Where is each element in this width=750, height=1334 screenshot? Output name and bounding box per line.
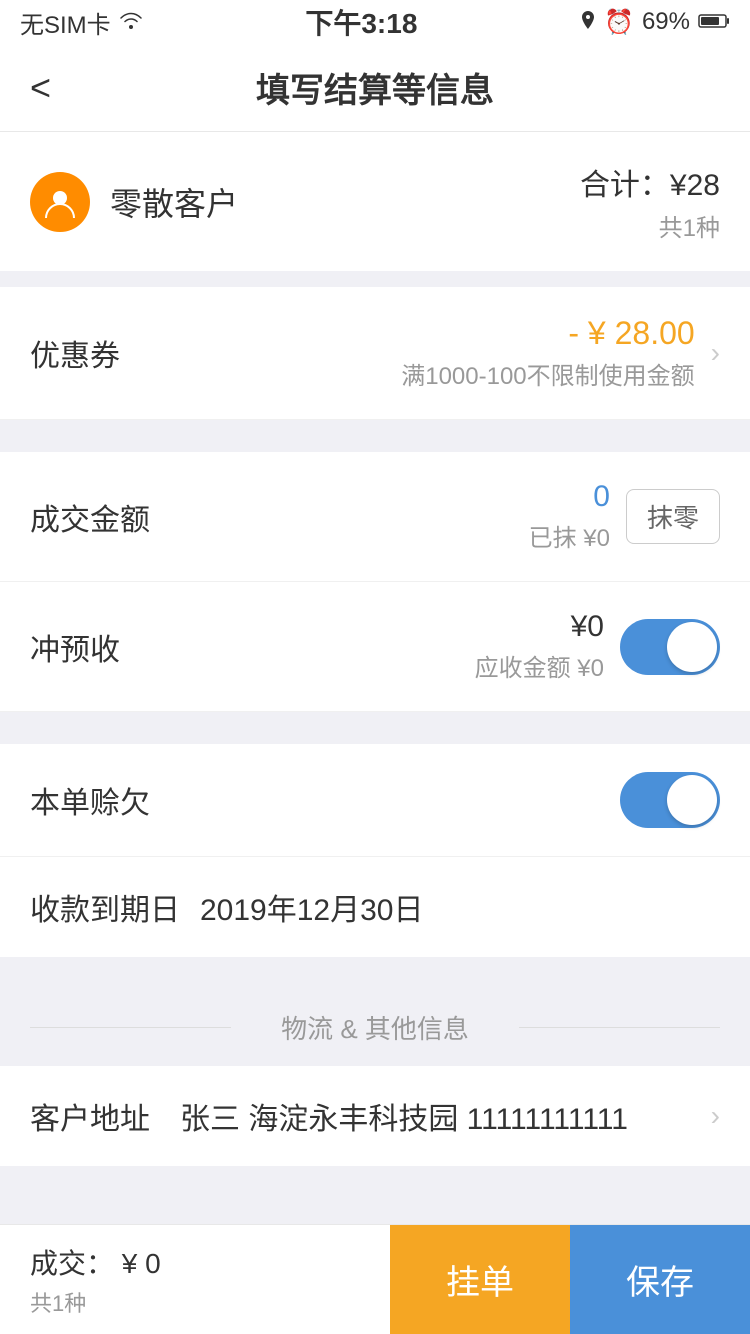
deal-amount-label: 成交金额 <box>30 495 150 539</box>
bottom-count: 共1种 <box>30 1286 360 1318</box>
status-right: ⏰ 69% <box>580 8 730 37</box>
prepayment-right: ¥0 应收金额 ¥0 <box>475 610 720 683</box>
coupon-section: 优惠券 - ¥ 28.00 满1000-100不限制使用金额 › <box>0 287 750 420</box>
credit-section: 本单赊欠 收款到期日 2019年12月30日 <box>0 744 750 957</box>
bottom-info: 成交： ¥ 0 共1种 <box>0 1242 390 1318</box>
due-date-row: 收款到期日 2019年12月30日 <box>0 856 750 957</box>
due-date-value: 2019年12月30日 <box>200 885 423 929</box>
prepayment-value: ¥0 <box>475 610 604 644</box>
prepayment-label: 冲预收 <box>30 625 120 669</box>
battery-level: 69% <box>642 8 690 36</box>
coupon-right: - ¥ 28.00 满1000-100不限制使用金额 › <box>401 315 720 391</box>
customer-avatar <box>30 172 90 232</box>
back-button[interactable]: < <box>30 67 51 109</box>
pending-button[interactable]: 挂单 <box>390 1225 570 1334</box>
status-time: 下午3:18 <box>305 2 417 42</box>
bottom-bar: 成交： ¥ 0 共1种 挂单 保存 <box>0 1224 750 1334</box>
divider-1 <box>0 436 750 452</box>
coupon-desc: 满1000-100不限制使用金额 <box>401 356 694 391</box>
nav-bar: < 填写结算等信息 <box>0 44 750 132</box>
prepayment-value-container: ¥0 应收金额 ¥0 <box>475 610 604 683</box>
address-row[interactable]: 客户地址 张三 海淀永丰科技园 11111111111 › <box>0 1066 750 1166</box>
address-value: 张三 海淀永丰科技园 11111111111 <box>180 1094 711 1138</box>
prepayment-toggle[interactable] <box>620 619 720 675</box>
bottom-deal-value: ¥ 0 <box>122 1248 161 1279</box>
customer-name: 零散客户 <box>110 179 238 225</box>
customer-section: 零散客户 合计：¥28 共1种 <box>0 132 750 271</box>
deal-amount-value-container: 0 已抹 ¥0 <box>529 480 610 553</box>
credit-row: 本单赊欠 <box>0 744 750 856</box>
credit-toggle-knob <box>667 775 717 825</box>
round-zero-button[interactable]: 抹零 <box>626 489 720 544</box>
deal-amount-right: 0 已抹 ¥0 抹零 <box>529 480 720 553</box>
credit-toggle[interactable] <box>620 772 720 828</box>
customer-count: 共1种 <box>580 208 720 243</box>
divider-3 <box>0 973 750 989</box>
save-button[interactable]: 保存 <box>570 1225 750 1334</box>
prepayment-row: 冲预收 ¥0 应收金额 ¥0 <box>0 582 750 712</box>
address-chevron: › <box>711 1100 720 1132</box>
deal-amount-row: 成交金额 0 已抹 ¥0 抹零 <box>0 452 750 582</box>
wifi-icon <box>119 8 143 36</box>
bottom-deal: 成交： ¥ 0 <box>30 1242 360 1282</box>
customer-total: 合计：¥28 <box>580 160 720 204</box>
nav-title: 填写结算等信息 <box>256 63 494 112</box>
deal-amount-sub: 已抹 ¥0 <box>529 518 610 553</box>
coupon-value: - ¥ 28.00 满1000-100不限制使用金额 <box>401 315 694 391</box>
deal-amount-section: 成交金额 0 已抹 ¥0 抹零 冲预收 ¥0 应收金额 ¥0 <box>0 452 750 712</box>
coupon-row[interactable]: 优惠券 - ¥ 28.00 满1000-100不限制使用金额 › <box>0 287 750 420</box>
status-bar: 无SIM卡 下午3:18 ⏰ 69% <box>0 0 750 44</box>
address-label: 客户地址 <box>30 1094 150 1138</box>
sim-status: 无SIM卡 <box>20 5 111 40</box>
coupon-chevron: › <box>711 337 720 369</box>
due-date-label: 收款到期日 <box>30 885 180 929</box>
coupon-label: 优惠券 <box>30 331 120 375</box>
status-left: 无SIM卡 <box>20 5 143 40</box>
credit-label: 本单赊欠 <box>30 778 150 822</box>
coupon-discount: - ¥ 28.00 <box>401 315 694 352</box>
bottom-deal-label: 成交： <box>30 1248 114 1279</box>
prepayment-sub: 应收金额 ¥0 <box>475 648 604 683</box>
alarm-icon: ⏰ <box>604 8 634 37</box>
logistics-label: 物流 & 其他信息 <box>281 1009 469 1046</box>
divider-2 <box>0 728 750 744</box>
logistics-header: 物流 & 其他信息 <box>0 989 750 1066</box>
customer-left: 零散客户 <box>30 172 238 232</box>
customer-summary: 合计：¥28 共1种 <box>580 160 720 243</box>
logistics-line-left <box>30 1027 231 1028</box>
location-icon <box>580 8 596 36</box>
battery-icon <box>698 8 730 36</box>
toggle-knob <box>667 622 717 672</box>
content: 零散客户 合计：¥28 共1种 优惠券 - ¥ 28.00 满1000-100不… <box>0 132 750 1302</box>
logistics-line-right <box>519 1027 720 1028</box>
deal-amount-value: 0 <box>529 480 610 514</box>
address-section: 客户地址 张三 海淀永丰科技园 11111111111 › <box>0 1066 750 1166</box>
